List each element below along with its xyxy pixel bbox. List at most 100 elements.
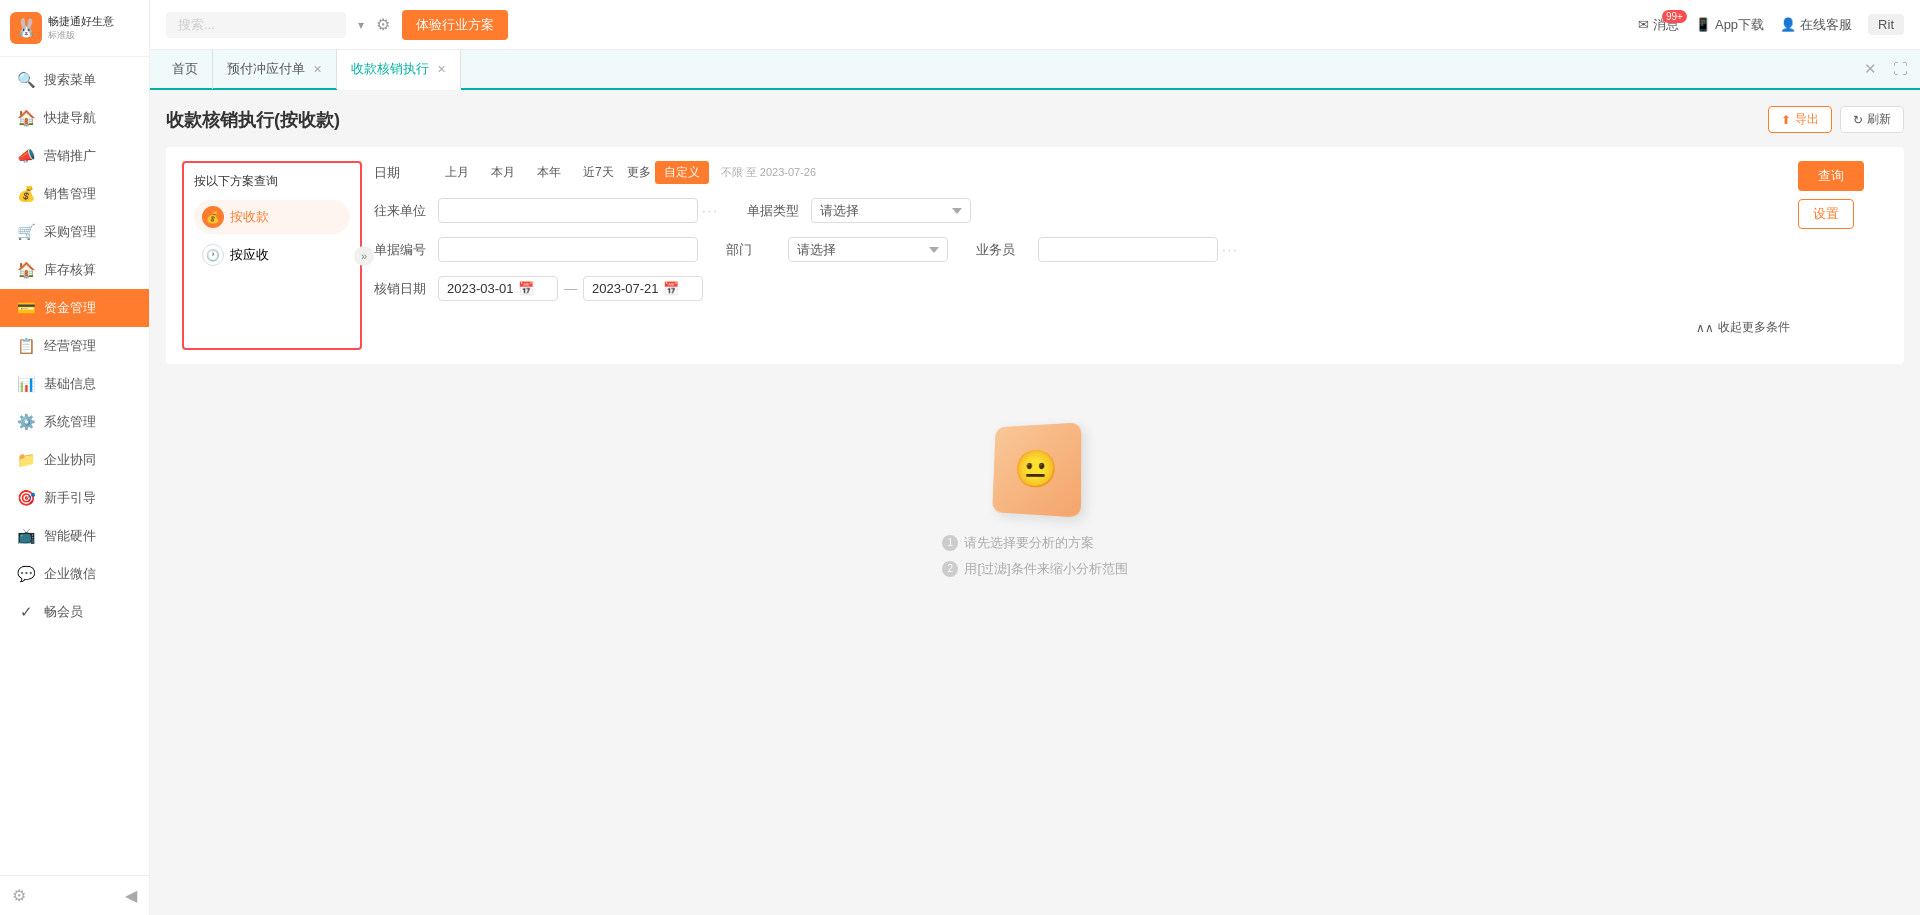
by-receipt-label: 按收款 [230, 208, 269, 226]
topbar-search-display: 搜索... [166, 12, 346, 38]
message-button[interactable]: ✉ 消息 99+ [1638, 16, 1679, 34]
date-btn-last-7-days[interactable]: 近7天 [574, 161, 623, 184]
sidebar-item-basic-info[interactable]: 📊 基础信息 [0, 365, 149, 403]
counterparty-dots-icon[interactable]: ··· [702, 203, 719, 218]
main-area: 搜索... ▾ ⚙ 体验行业方案 ✉ 消息 99+ 📱 App下载 👤 在线客服… [150, 0, 1920, 915]
sidebar-item-label: 企业微信 [44, 565, 96, 583]
topbar-gear-icon[interactable]: ⚙ [376, 15, 390, 34]
message-badge: 99+ [1662, 10, 1687, 23]
empty-step-2-text: 用[过滤]条件来缩小分析范围 [964, 556, 1127, 582]
sidebar-item-purchase[interactable]: 🛒 采购管理 [0, 213, 149, 251]
tab-prepay-list[interactable]: 预付冲应付单 ✕ [213, 49, 337, 89]
sidebar-item-member[interactable]: ✓ 畅会员 [0, 593, 149, 631]
collapse-more-btn[interactable]: ∧∧ 收起更多条件 [374, 315, 1790, 336]
search-button[interactable]: 查询 [1798, 161, 1864, 191]
date-filter-row: 日期 上月 本月 本年 近7天 更多 自定义 不限 至 2023-07-26 [374, 161, 1790, 184]
page-actions: ⬆ 导出 ↻ 刷新 [1768, 106, 1904, 133]
tab-prepay-label: 预付冲应付单 [227, 60, 305, 78]
sidebar-item-search[interactable]: 🔍 搜索菜单 [0, 61, 149, 99]
online-service-button[interactable]: 👤 在线客服 [1780, 16, 1852, 34]
export-button[interactable]: ⬆ 导出 [1768, 106, 1832, 133]
sidebar-item-finance[interactable]: 💳 资金管理 [0, 289, 149, 327]
doc-no-input[interactable] [438, 237, 698, 262]
verify-end-cal-icon[interactable]: 📅 [663, 281, 679, 296]
wechat-icon: 💬 [16, 565, 36, 583]
doc-type-label: 单据类型 [747, 202, 799, 220]
guide-icon: 🎯 [16, 489, 36, 507]
empty-step-2: 2 用[过滤]条件来缩小分析范围 [942, 556, 1127, 582]
counterparty-input[interactable] [438, 198, 698, 223]
sidebar-settings-icon[interactable]: ⚙ [12, 886, 26, 905]
tabbar: 首页 预付冲应付单 ✕ 收款核销执行 ✕ ✕ ⛶ [150, 50, 1920, 90]
doc-type-select-wrapper: 请选择 [811, 198, 971, 223]
sidebar-item-label: 销售管理 [44, 185, 96, 203]
sidebar-item-system[interactable]: ⚙️ 系统管理 [0, 403, 149, 441]
sidebar-item-enterprise[interactable]: 📁 企业协同 [0, 441, 149, 479]
tab-receivable-label: 收款核销执行 [351, 60, 429, 78]
page-title: 收款核销执行(按收款) [166, 108, 340, 132]
date-range-dash: — [564, 281, 577, 296]
export-label: 导出 [1795, 111, 1819, 128]
tab-receivable-close-icon[interactable]: ✕ [437, 63, 446, 76]
tab-home[interactable]: 首页 [158, 49, 213, 89]
sidebar-item-marketing[interactable]: 📣 营销推广 [0, 137, 149, 175]
filter-action-buttons: 查询 设置 [1798, 161, 1888, 229]
filter-fields: 日期 上月 本月 本年 近7天 更多 自定义 不限 至 2023-07-26 [374, 161, 1888, 350]
sidebar-item-inventory[interactable]: 🏠 库存核算 [0, 251, 149, 289]
hardware-icon: 📺 [16, 527, 36, 545]
filter-option-by-receivable[interactable]: 🕐 按应收 [194, 238, 350, 272]
message-icon: ✉ [1638, 17, 1649, 32]
filter-scheme-title: 按以下方案查询 [194, 173, 350, 190]
sidebar-item-label: 资金管理 [44, 299, 96, 317]
app-download-button[interactable]: 📱 App下载 [1695, 16, 1764, 34]
date-btn-last-month[interactable]: 上月 [436, 161, 478, 184]
sidebar-item-quick-nav[interactable]: 🏠 快捷导航 [0, 99, 149, 137]
doc-type-select[interactable]: 请选择 [811, 198, 971, 223]
sidebar-item-label: 采购管理 [44, 223, 96, 241]
refresh-button[interactable]: ↻ 刷新 [1840, 106, 1904, 133]
sidebar-item-hardware[interactable]: 📺 智能硬件 [0, 517, 149, 555]
staff-input[interactable] [1038, 237, 1218, 262]
sidebar-item-wechat[interactable]: 💬 企业微信 [0, 555, 149, 593]
sidebar-item-sales[interactable]: 💰 销售管理 [0, 175, 149, 213]
empty-face-icon: 😐 [1013, 448, 1057, 491]
verify-start-date-text: 2023-03-01 [447, 281, 514, 296]
dropdown-chevron-icon[interactable]: ▾ [358, 18, 364, 32]
collapse-more-label: 收起更多条件 [1718, 319, 1790, 336]
empty-box-icon: 😐 [992, 422, 1081, 517]
date-custom-btn[interactable]: 自定义 [655, 161, 709, 184]
verify-date-range: 2023-03-01 📅 — 2023-07-21 📅 [438, 276, 703, 301]
member-icon: ✓ [16, 603, 36, 621]
date-btn-this-month[interactable]: 本月 [482, 161, 524, 184]
by-receivable-label: 按应收 [230, 246, 269, 264]
filter-collapse-arrow[interactable]: » [354, 246, 374, 266]
doc-no-label: 单据编号 [374, 241, 426, 259]
date-more-btn[interactable]: 更多 [627, 164, 651, 181]
sidebar-collapse-btn[interactable]: ◀ [125, 886, 137, 905]
step-1-num: 1 [942, 535, 958, 551]
finance-icon: 💳 [16, 299, 36, 317]
logo-name: 畅捷通好生意 [48, 14, 114, 28]
sidebar-item-label: 库存核算 [44, 261, 96, 279]
verify-start-cal-icon[interactable]: 📅 [518, 281, 534, 296]
app-icon: 📱 [1695, 17, 1711, 32]
user-profile-button[interactable]: Rit [1868, 14, 1904, 35]
page-header: 收款核销执行(按收款) ⬆ 导出 ↻ 刷新 [166, 106, 1904, 133]
tab-prepay-close-icon[interactable]: ✕ [313, 63, 322, 76]
tab-receivable-verify[interactable]: 收款核销执行 ✕ [337, 50, 461, 90]
filter-option-by-receipt[interactable]: 💰 按收款 [194, 200, 350, 234]
counterparty-input-group: ··· [438, 198, 719, 223]
logo-badge: 标准版 [48, 29, 114, 42]
sidebar-item-operations[interactable]: 📋 经营管理 [0, 327, 149, 365]
industry-solution-button[interactable]: 体验行业方案 [402, 10, 508, 40]
tab-expand-icon[interactable]: ⛶ [1889, 56, 1912, 82]
verify-date-row: 核销日期 2023-03-01 📅 — 2023-07-21 📅 [374, 276, 1790, 301]
sidebar-item-guide[interactable]: 🎯 新手引导 [0, 479, 149, 517]
filter-settings-button[interactable]: 设置 [1798, 199, 1854, 229]
date-btn-this-year[interactable]: 本年 [528, 161, 570, 184]
sidebar-item-label: 搜索菜单 [44, 71, 96, 89]
empty-state: 😐 1 请先选择要分析的方案 2 用[过滤]条件来缩小分析范围 [166, 364, 1904, 642]
staff-dots-icon[interactable]: ··· [1222, 242, 1239, 257]
dept-select[interactable]: 请选择 [788, 237, 948, 262]
tab-close-all-icon[interactable]: ✕ [1860, 56, 1881, 82]
